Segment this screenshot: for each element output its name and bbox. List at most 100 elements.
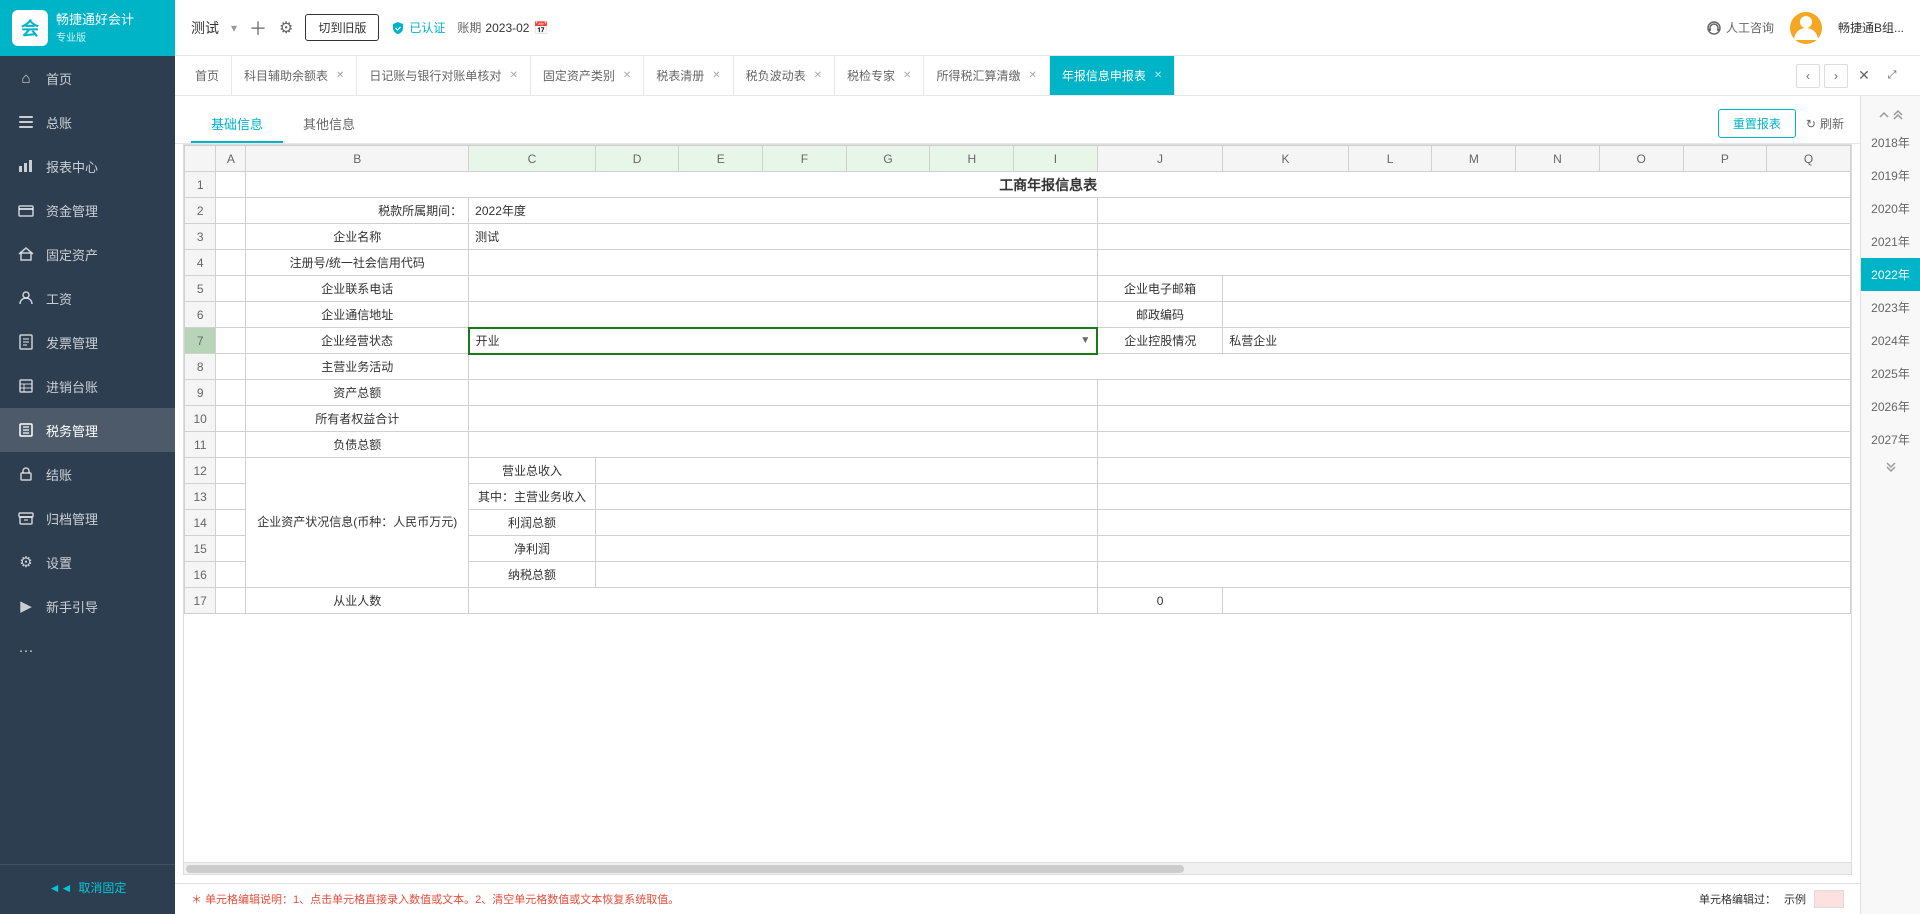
cell-12-d[interactable] <box>595 458 1097 484</box>
settings-gear-icon[interactable]: ⚙ <box>279 18 293 38</box>
cell-2-c[interactable]: 2022年度 <box>469 198 1098 224</box>
sidebar-item-home[interactable]: ⌂ 首页 <box>0 56 175 100</box>
col-header-d[interactable]: D <box>595 146 679 172</box>
cell-17-a[interactable] <box>216 588 246 614</box>
col-header-g[interactable]: G <box>846 146 930 172</box>
cell-3-a[interactable] <box>216 224 246 250</box>
year-item-2018[interactable]: 2018年 <box>1861 126 1920 159</box>
cell-1-a[interactable] <box>216 172 246 198</box>
cell-4-a[interactable] <box>216 250 246 276</box>
tab-close-3[interactable]: ✕ <box>712 70 720 81</box>
tab-prev-button[interactable]: ‹ <box>1796 64 1820 88</box>
cell-15-d[interactable] <box>595 536 1097 562</box>
spreadsheet-scroll[interactable]: A B C D E F G H I J K L <box>184 145 1851 862</box>
cell-9-j[interactable] <box>1097 380 1850 406</box>
cell-9-a[interactable] <box>216 380 246 406</box>
year-panel-up-button[interactable] <box>1861 104 1920 126</box>
col-header-q[interactable]: Q <box>1767 146 1851 172</box>
col-header-i[interactable]: I <box>1014 146 1098 172</box>
cell-16-d[interactable] <box>595 562 1097 588</box>
tab-expand-button[interactable]: ⤢ <box>1880 64 1904 88</box>
sidebar-item-fixed-asset[interactable]: 固定资产 <box>0 232 175 276</box>
year-item-2020[interactable]: 2020年 <box>1861 192 1920 225</box>
cell-4-j[interactable] <box>1097 250 1850 276</box>
cell-7-k[interactable]: 私营企业 <box>1223 328 1851 354</box>
tab-item-2[interactable]: 固定资产类别 ✕ <box>531 56 644 96</box>
scrollbar-thumb[interactable] <box>186 865 1184 873</box>
tab-close-6[interactable]: ✕ <box>1028 70 1036 81</box>
sidebar-item-closing[interactable]: 结账 <box>0 452 175 496</box>
tab-close-7[interactable]: ✕ <box>1154 70 1162 81</box>
tab-close-0[interactable]: ✕ <box>336 70 344 81</box>
cell-17-j[interactable]: 0 <box>1097 588 1223 614</box>
cell-13-j[interactable] <box>1097 484 1850 510</box>
year-item-2019[interactable]: 2019年 <box>1861 159 1920 192</box>
cell-11-a[interactable] <box>216 432 246 458</box>
year-item-2023[interactable]: 2023年 <box>1861 291 1920 324</box>
sidebar-item-stock[interactable]: 进销台账 <box>0 364 175 408</box>
cell-6-a[interactable] <box>216 302 246 328</box>
cell-16-a[interactable] <box>216 562 246 588</box>
col-header-p[interactable]: P <box>1683 146 1767 172</box>
add-tab-button[interactable]: ＋ <box>249 15 267 41</box>
reset-report-button[interactable]: 重置报表 <box>1718 109 1796 138</box>
cell-6-k[interactable] <box>1223 302 1851 328</box>
year-panel-down-button[interactable] <box>1861 456 1920 478</box>
cell-10-c[interactable] <box>469 406 1098 432</box>
cell-3-j[interactable] <box>1097 224 1850 250</box>
tab-item-3[interactable]: 税表清册 ✕ <box>644 56 733 96</box>
cell-12-a[interactable] <box>216 458 246 484</box>
form-tab-other[interactable]: 其他信息 <box>283 106 375 143</box>
sidebar-item-ledger[interactable]: 总账 <box>0 100 175 144</box>
tab-home[interactable]: 首页 <box>183 56 232 96</box>
col-header-f[interactable]: F <box>763 146 847 172</box>
tab-item-4[interactable]: 税负波动表 ✕ <box>734 56 835 96</box>
cell-10-a[interactable] <box>216 406 246 432</box>
year-item-2025[interactable]: 2025年 <box>1861 357 1920 390</box>
cell-5-k[interactable] <box>1223 276 1851 302</box>
cell-11-c[interactable] <box>469 432 1098 458</box>
cell-3-c[interactable]: 测试 <box>469 224 1098 250</box>
horizontal-scrollbar[interactable] <box>184 862 1851 874</box>
col-header-m[interactable]: M <box>1432 146 1516 172</box>
tab-close-all-button[interactable]: ✕ <box>1852 64 1876 88</box>
cell-15-j[interactable] <box>1097 536 1850 562</box>
cell-5-a[interactable] <box>216 276 246 302</box>
col-header-j[interactable]: J <box>1097 146 1223 172</box>
cell-2-j[interactable] <box>1097 198 1850 224</box>
tab-close-2[interactable]: ✕ <box>623 70 631 81</box>
cell-13-a[interactable] <box>216 484 246 510</box>
refresh-button[interactable]: ↻ 刷新 <box>1806 115 1844 132</box>
year-item-2026[interactable]: 2026年 <box>1861 390 1920 423</box>
cell-17-k[interactable] <box>1223 588 1851 614</box>
sidebar-item-fund[interactable]: 资金管理 <box>0 188 175 232</box>
cell-14-a[interactable] <box>216 510 246 536</box>
cell-8-c[interactable] <box>469 354 1851 380</box>
col-header-k[interactable]: K <box>1223 146 1349 172</box>
tab-close-1[interactable]: ✕ <box>509 70 517 81</box>
cancel-fixed-button[interactable]: ◄◄ 取消固定 <box>16 873 159 902</box>
cell-7-a[interactable] <box>216 328 246 354</box>
cell-9-c[interactable] <box>469 380 1098 406</box>
sidebar-item-settings[interactable]: ⚙ 设置 <box>0 540 175 584</box>
form-tab-basic[interactable]: 基础信息 <box>191 106 283 143</box>
col-header-e[interactable]: E <box>679 146 763 172</box>
cell-16-j[interactable] <box>1097 562 1850 588</box>
support-button[interactable]: 人工咨询 <box>1706 19 1774 36</box>
cell-12-j[interactable] <box>1097 458 1850 484</box>
chevron-down-icon[interactable]: ▾ <box>231 21 237 35</box>
col-header-a[interactable]: A <box>216 146 246 172</box>
cell-11-j[interactable] <box>1097 432 1850 458</box>
tab-item-6[interactable]: 所得税汇算清缴 ✕ <box>924 56 1049 96</box>
col-header-c[interactable]: C <box>469 146 596 172</box>
sidebar-item-tax[interactable]: 税务管理 <box>0 408 175 452</box>
cell-5-c[interactable] <box>469 276 1098 302</box>
cell-4-c[interactable] <box>469 250 1098 276</box>
col-header-n[interactable]: N <box>1516 146 1600 172</box>
col-header-o[interactable]: O <box>1599 146 1683 172</box>
year-item-2022[interactable]: 2022年 <box>1861 258 1920 291</box>
year-item-2024[interactable]: 2024年 <box>1861 324 1920 357</box>
tab-next-button[interactable]: › <box>1824 64 1848 88</box>
tab-item-7[interactable]: 年报信息申报表 ✕ <box>1050 56 1175 96</box>
tab-item-0[interactable]: 科目辅助余额表 ✕ <box>232 56 357 96</box>
